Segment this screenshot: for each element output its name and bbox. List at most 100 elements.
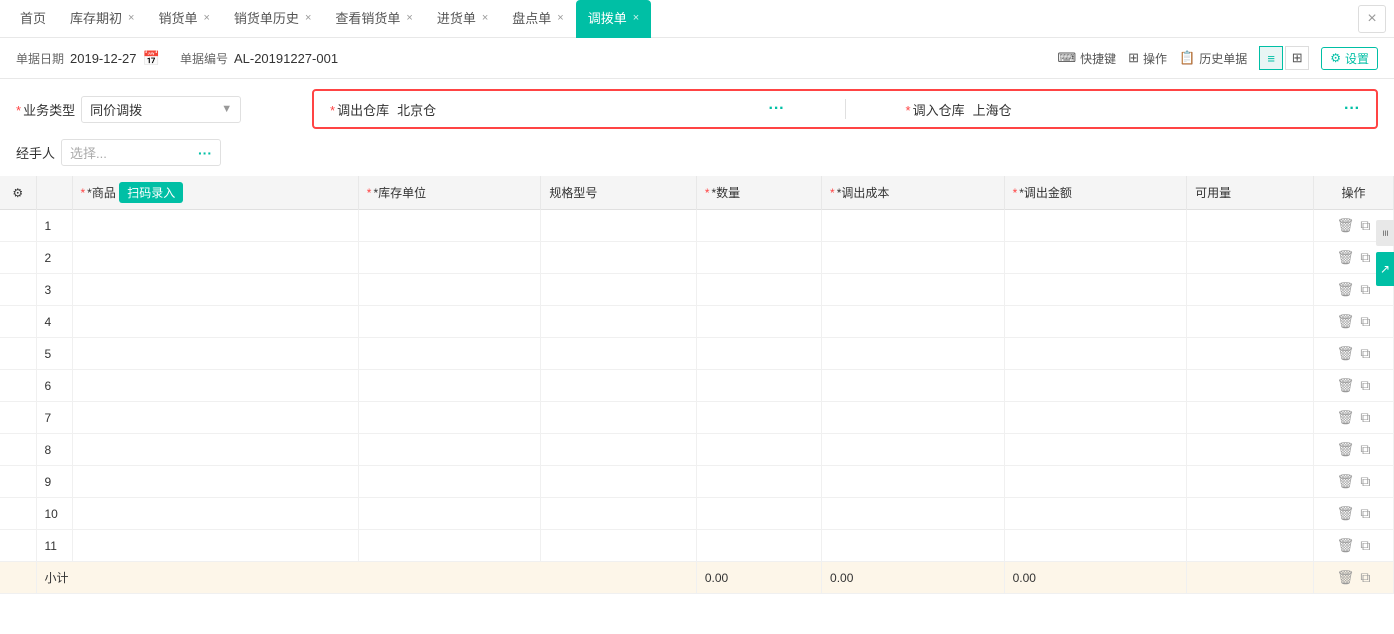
window-close-button[interactable]: × (1358, 5, 1386, 33)
copy-row-icon[interactable]: ⧉ (1360, 441, 1370, 458)
tab-sales-order[interactable]: 销货单 × (146, 0, 221, 38)
table-row: 1 🗑 ⧉ (0, 210, 1394, 242)
business-type-select[interactable]: 同价调拨 ▼ (81, 96, 241, 123)
copy-row-icon[interactable]: ⧉ (1360, 281, 1370, 298)
row-available-cell (1187, 338, 1314, 370)
copy-row-icon[interactable]: ⧉ (1360, 473, 1370, 490)
tab-inventory-init[interactable]: 库存期初 × (58, 0, 146, 38)
delete-row-icon[interactable]: 🗑 (1337, 537, 1355, 554)
table-row: 5 🗑 ⧉ (0, 338, 1394, 370)
row-qty-cell (696, 370, 821, 402)
copy-row-icon[interactable]: ⧉ (1360, 377, 1370, 394)
transfer-in-field: *调入仓库 上海仓 ··· (906, 100, 1361, 119)
row-product-cell[interactable] (72, 274, 358, 306)
col-amount: **调出金额 (1004, 176, 1187, 210)
list-view-button[interactable]: ≡ (1259, 46, 1283, 70)
tab-inventory-check[interactable]: 盘点单 × (500, 0, 575, 38)
delete-row-icon[interactable]: 🗑 (1337, 281, 1355, 298)
tab-purchase-order[interactable]: 进货单 × (425, 0, 500, 38)
row-amount-cell (1004, 306, 1187, 338)
right-sidebar: ≡ ↗ (1376, 220, 1394, 286)
delete-row-icon[interactable]: 🗑 (1337, 441, 1355, 458)
table-row: 2 🗑 ⧉ (0, 242, 1394, 274)
row-product-cell[interactable] (72, 434, 358, 466)
row-settings-cell (0, 338, 36, 370)
history-button[interactable]: 📋 历史单据 (1179, 50, 1247, 67)
tab-close-sales-order[interactable]: × (203, 12, 209, 24)
settings-button[interactable]: ⚙ 设置 (1321, 47, 1378, 70)
transfer-out-more-button[interactable]: ··· (769, 100, 785, 118)
business-type-label: *业务类型 (16, 100, 75, 119)
row-product-cell[interactable] (72, 242, 358, 274)
tab-transfer-order[interactable]: 调拨单 × (576, 0, 651, 38)
shortcut-button[interactable]: ⌨ 快捷键 (1057, 50, 1116, 67)
tab-close-transfer-order[interactable]: × (633, 12, 639, 24)
row-product-cell[interactable] (72, 530, 358, 562)
copy-row-icon[interactable]: ⧉ (1360, 537, 1370, 554)
copy-row-icon[interactable]: ⧉ (1360, 345, 1370, 362)
row-unit-cell (358, 338, 541, 370)
row-actions-cell: 🗑 ⧉ (1314, 530, 1394, 562)
delete-row-icon[interactable]: 🗑 (1337, 345, 1355, 362)
row-unit-cell (358, 402, 541, 434)
tab-close-inventory-init[interactable]: × (128, 12, 134, 24)
row-product-cell[interactable] (72, 338, 358, 370)
row-product-cell[interactable] (72, 466, 358, 498)
delete-row-icon[interactable]: 🗑 (1337, 409, 1355, 426)
delete-row-icon[interactable]: 🗑 (1337, 473, 1355, 490)
row-num-cell: 7 (36, 402, 72, 434)
row-num-cell: 1 (36, 210, 72, 242)
tab-close-view-sales[interactable]: × (406, 12, 412, 24)
row-cost-cell (822, 338, 1005, 370)
row-available-cell (1187, 530, 1314, 562)
row-actions-cell: 🗑 ⧉ (1314, 306, 1394, 338)
transfer-in-more-button[interactable]: ··· (1344, 100, 1360, 118)
tab-close-inventory-check[interactable]: × (557, 12, 563, 24)
sidebar-expand-button[interactable]: ↗ (1376, 252, 1394, 286)
delete-row-icon[interactable]: 🗑 (1337, 249, 1355, 266)
row-spec-cell (541, 498, 696, 530)
keyboard-icon: ⌨ (1057, 50, 1076, 66)
delete-row-icon[interactable]: 🗑 (1337, 313, 1355, 330)
row-cost-cell (822, 434, 1005, 466)
delete-row-icon[interactable]: 🗑 (1337, 217, 1355, 234)
delete-row-icon[interactable]: 🗑 (1337, 505, 1355, 522)
history-icon: 📋 (1179, 50, 1195, 66)
col-unit: **库存单位 (358, 176, 541, 210)
row-unit-cell (358, 242, 541, 274)
sidebar-list-button[interactable]: ≡ (1376, 220, 1394, 246)
copy-row-icon[interactable]: ⧉ (1360, 217, 1370, 234)
row-spec-cell (541, 370, 696, 402)
subtotal-amount-cell: 0.00 (1004, 562, 1187, 594)
row-product-cell[interactable] (72, 498, 358, 530)
row-unit-cell (358, 530, 541, 562)
tab-close-purchase-order[interactable]: × (482, 12, 488, 24)
tab-home[interactable]: 首页 (8, 0, 58, 38)
col-settings[interactable]: ⚙ (0, 176, 36, 210)
row-actions-cell: 🗑 ⧉ (1314, 338, 1394, 370)
delete-row-icon[interactable]: 🗑 (1337, 377, 1355, 394)
row-product-cell[interactable] (72, 306, 358, 338)
scan-button[interactable]: 扫码录入 (119, 182, 183, 203)
col-available: 可用量 (1187, 176, 1314, 210)
calendar-icon[interactable]: 📅 (143, 50, 160, 67)
row-unit-cell (358, 498, 541, 530)
row-product-cell[interactable] (72, 210, 358, 242)
copy-row-icon[interactable]: ⧉ (1360, 313, 1370, 330)
col-cost: **调出成本 (822, 176, 1005, 210)
tab-close-sales-history[interactable]: × (305, 12, 311, 24)
row-product-cell[interactable] (72, 402, 358, 434)
grid-view-button[interactable]: ⊞ (1285, 46, 1309, 70)
tab-view-sales[interactable]: 查看销货单 × (323, 0, 424, 38)
dropdown-arrow-icon: ▼ (221, 103, 232, 115)
handler-select[interactable]: 选择... ··· (61, 139, 221, 166)
handler-more-button[interactable]: ··· (198, 145, 212, 161)
tab-sales-history[interactable]: 销货单历史 × (222, 0, 323, 38)
copy-row-icon[interactable]: ⧉ (1360, 505, 1370, 522)
col-spec: 规格型号 (541, 176, 696, 210)
copy-row-icon[interactable]: ⧉ (1360, 409, 1370, 426)
operations-button[interactable]: ⊞ 操作 (1128, 50, 1167, 67)
row-available-cell (1187, 274, 1314, 306)
row-product-cell[interactable] (72, 370, 358, 402)
copy-row-icon[interactable]: ⧉ (1360, 249, 1370, 266)
